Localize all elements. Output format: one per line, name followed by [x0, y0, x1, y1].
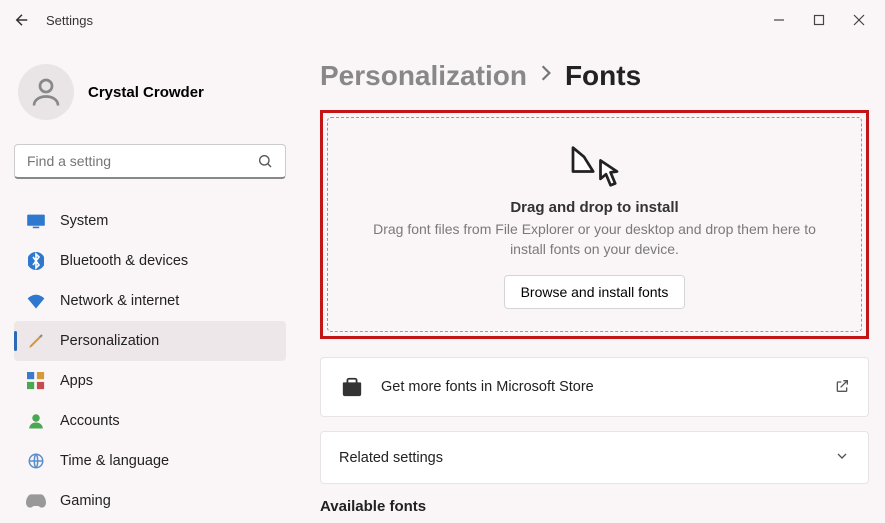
title-bar: Settings: [0, 0, 885, 40]
bluetooth-icon: [26, 251, 46, 271]
more-fonts-store-card[interactable]: Get more fonts in Microsoft Store: [320, 357, 869, 417]
related-settings-card[interactable]: Related settings: [320, 431, 869, 484]
search-box[interactable]: [14, 144, 286, 179]
sidebar-item-gaming[interactable]: Gaming: [14, 481, 286, 521]
maximize-button[interactable]: [809, 10, 829, 30]
sidebar-item-network[interactable]: Network & internet: [14, 281, 286, 321]
personalization-icon: [26, 331, 46, 351]
profile-block[interactable]: Crystal Crowder: [18, 64, 286, 120]
back-button[interactable]: [10, 8, 34, 32]
minimize-icon: [773, 14, 785, 26]
window-controls: [769, 10, 875, 30]
sidebar-item-bluetooth[interactable]: Bluetooth & devices: [14, 241, 286, 281]
breadcrumb-parent[interactable]: Personalization: [320, 60, 527, 92]
accounts-icon: [26, 411, 46, 431]
sidebar-item-label: System: [60, 213, 108, 229]
external-link-icon: [834, 378, 850, 397]
sidebar-item-time-language[interactable]: Time & language: [14, 441, 286, 481]
sidebar-item-label: Apps: [60, 373, 93, 389]
avatar: [18, 64, 74, 120]
store-icon: [339, 374, 365, 400]
card-text: Related settings: [339, 450, 834, 466]
close-button[interactable]: [849, 10, 869, 30]
browse-fonts-button[interactable]: Browse and install fonts: [504, 275, 686, 309]
globe-icon: [26, 451, 46, 471]
close-icon: [853, 14, 865, 26]
sidebar: Crystal Crowder System Bluetooth & devic…: [0, 40, 300, 523]
drag-drop-icon: [358, 144, 831, 191]
sidebar-item-label: Time & language: [60, 453, 169, 469]
search-icon: [257, 153, 273, 169]
user-name: Crystal Crowder: [88, 84, 204, 101]
nav-list: System Bluetooth & devices Network & int…: [14, 201, 286, 521]
sidebar-item-label: Bluetooth & devices: [60, 253, 188, 269]
sidebar-item-system[interactable]: System: [14, 201, 286, 241]
sidebar-item-label: Personalization: [60, 333, 159, 349]
system-icon: [26, 211, 46, 231]
minimize-button[interactable]: [769, 10, 789, 30]
sidebar-item-accounts[interactable]: Accounts: [14, 401, 286, 441]
gaming-icon: [26, 491, 46, 511]
person-icon: [28, 74, 64, 110]
chevron-right-icon: [539, 64, 553, 88]
sidebar-item-label: Accounts: [60, 413, 120, 429]
sidebar-item-label: Network & internet: [60, 293, 179, 309]
font-dropzone[interactable]: Drag and drop to install Drag font files…: [327, 117, 862, 332]
sidebar-item-apps[interactable]: Apps: [14, 361, 286, 401]
page-title: Fonts: [565, 60, 641, 92]
back-arrow-icon: [13, 11, 31, 29]
app-title: Settings: [46, 13, 93, 28]
card-text: Get more fonts in Microsoft Store: [381, 379, 834, 395]
search-input[interactable]: [27, 153, 257, 169]
main-content: Personalization Fonts Drag and drop to i…: [300, 40, 885, 523]
sidebar-item-personalization[interactable]: Personalization: [14, 321, 286, 361]
dropzone-title: Drag and drop to install: [358, 199, 831, 216]
dropzone-description: Drag font files from File Explorer or yo…: [358, 220, 831, 259]
sidebar-item-label: Gaming: [60, 493, 111, 509]
breadcrumb: Personalization Fonts: [320, 60, 869, 92]
chevron-down-icon: [834, 448, 850, 467]
apps-icon: [26, 371, 46, 391]
highlight-annotation: Drag and drop to install Drag font files…: [320, 110, 869, 339]
available-fonts-header: Available fonts: [320, 498, 869, 515]
wifi-icon: [26, 291, 46, 311]
maximize-icon: [813, 14, 825, 26]
